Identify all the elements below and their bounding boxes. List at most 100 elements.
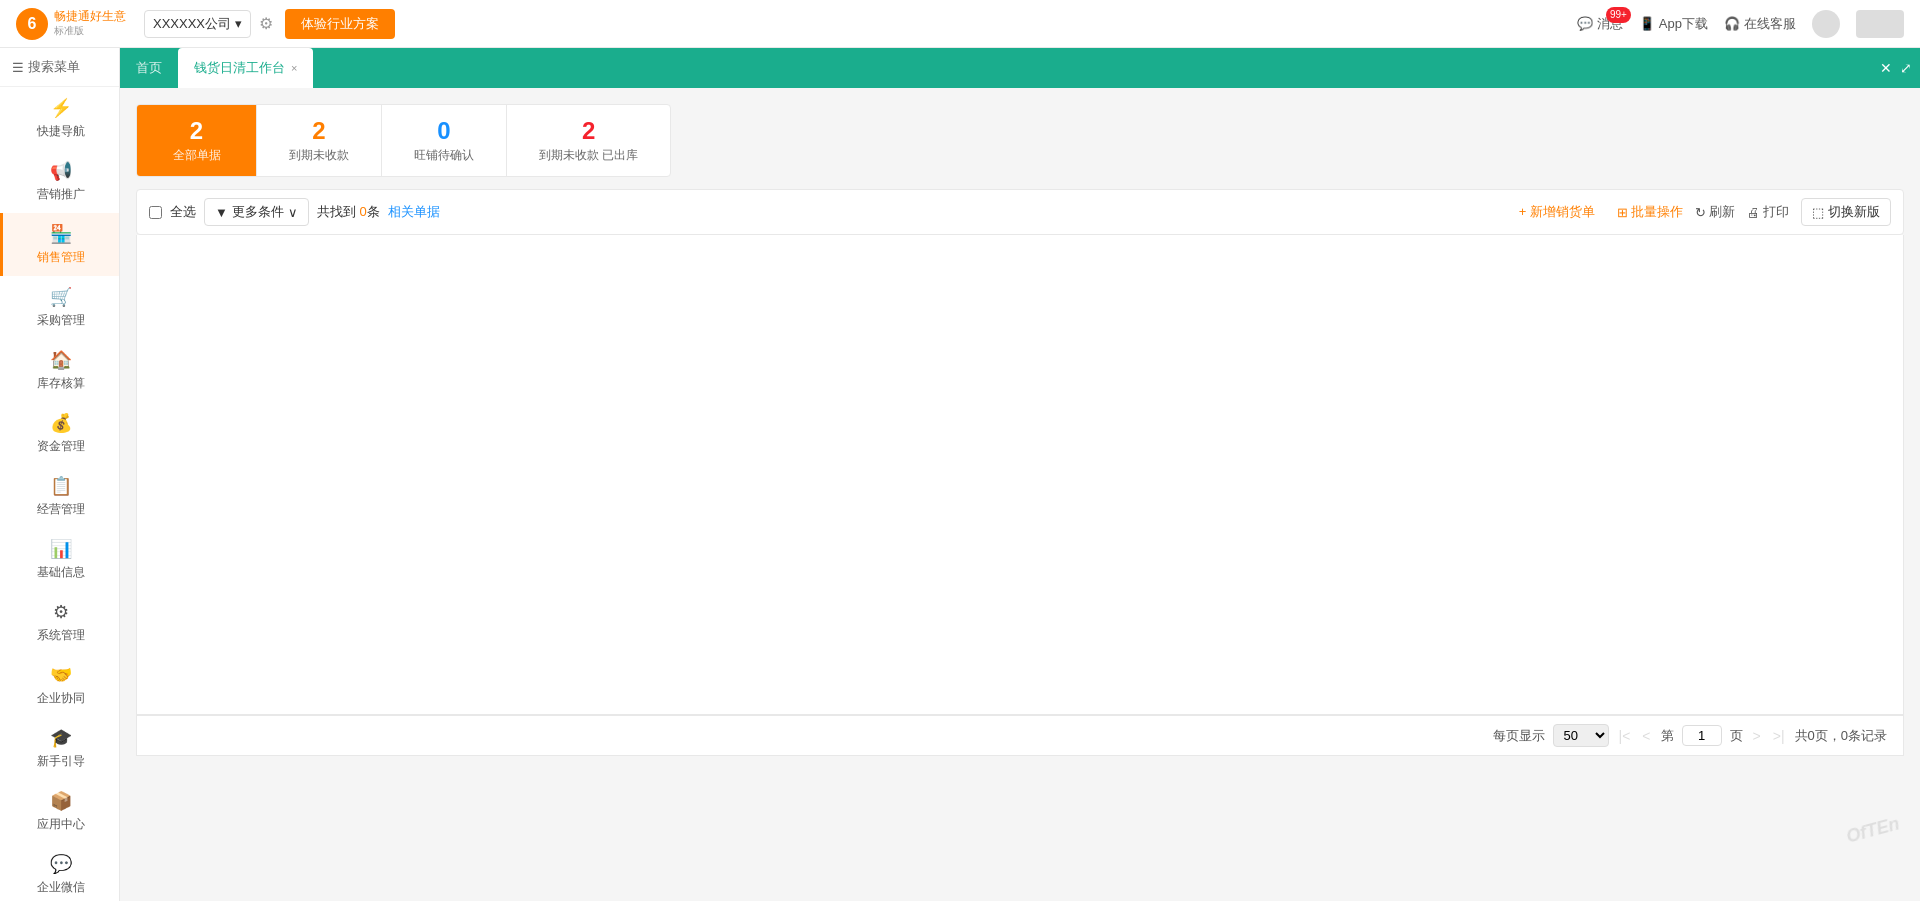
sidebar-item-label: 营销推广 bbox=[37, 186, 85, 203]
stat-shipped[interactable]: 2 到期未收款 已出库 bbox=[507, 105, 670, 176]
company-selector[interactable]: XXXXXX公司 ▾ bbox=[144, 10, 251, 38]
tab-close-icon[interactable]: × bbox=[291, 62, 297, 74]
sidebar-item-label: 企业微信 bbox=[37, 879, 85, 896]
sidebar-item-label: 应用中心 bbox=[37, 816, 85, 833]
sidebar-item-inventory[interactable]: 🏠 库存核算 bbox=[0, 339, 119, 402]
experience-btn[interactable]: 体验行业方案 bbox=[285, 9, 395, 39]
tab-expand-btn[interactable]: ⤢ bbox=[1900, 60, 1912, 76]
sidebar-item-label: 经营管理 bbox=[37, 501, 85, 518]
sidebar-search[interactable]: ☰ 搜索菜单 bbox=[0, 48, 119, 87]
table-area bbox=[136, 235, 1904, 715]
new-sale-btn[interactable]: + 新增销货单 bbox=[1509, 199, 1605, 225]
stat-all-number: 2 bbox=[190, 117, 203, 145]
sidebar-item-basic[interactable]: 📊 基础信息 bbox=[0, 528, 119, 591]
refresh-icon: ↻ bbox=[1695, 205, 1706, 220]
print-btn[interactable]: 🖨 打印 bbox=[1747, 203, 1789, 221]
gear-icon[interactable]: ⚙ bbox=[259, 14, 273, 33]
main-content: 2 全部单据 2 到期未收款 0 旺铺待确认 2 到期未收款 已出库 全选 ▼ … bbox=[120, 88, 1920, 901]
purchase-icon: 🛒 bbox=[50, 286, 72, 308]
sidebar-item-newbie[interactable]: 🎓 新手引导 bbox=[0, 717, 119, 780]
marketing-icon: 📢 bbox=[50, 160, 72, 182]
message-icon: 💬 bbox=[1577, 16, 1593, 31]
refresh-btn[interactable]: ↻ 刷新 bbox=[1695, 203, 1735, 221]
topbar: 6 畅捷通好生意 标准版 XXXXXX公司 ▾ ⚙ 体验行业方案 💬 消息 99… bbox=[0, 0, 1920, 48]
print-label: 打印 bbox=[1763, 203, 1789, 221]
sidebar-item-sales[interactable]: 🏪 销售管理 bbox=[0, 213, 119, 276]
switch-btn[interactable]: ⬚ 切换新版 bbox=[1801, 198, 1891, 226]
inventory-icon: 🏠 bbox=[50, 349, 72, 371]
sales-icon: 🏪 bbox=[50, 223, 72, 245]
batch-label: 批量操作 bbox=[1631, 203, 1683, 221]
sidebar-item-label: 快捷导航 bbox=[37, 123, 85, 140]
tab-qianghuo[interactable]: 钱货日清工作台 × bbox=[178, 48, 313, 88]
sidebar-item-label: 企业协同 bbox=[37, 690, 85, 707]
sidebar-item-system[interactable]: ⚙ 系统管理 bbox=[0, 591, 119, 654]
refresh-label: 刷新 bbox=[1709, 203, 1735, 221]
company-name: XXXXXX公司 bbox=[153, 15, 231, 33]
sidebar-item-wechat[interactable]: 💬 企业微信 bbox=[0, 843, 119, 901]
stat-overdue-number: 2 bbox=[312, 117, 325, 145]
stat-wangpu[interactable]: 0 旺铺待确认 bbox=[382, 105, 507, 176]
page-label: 第 bbox=[1661, 727, 1674, 745]
newbie-icon: 🎓 bbox=[50, 727, 72, 749]
tab-close-btn[interactable]: ✕ bbox=[1880, 60, 1892, 76]
message-btn[interactable]: 💬 消息 99+ bbox=[1577, 15, 1623, 33]
tab-nav: 首页 钱货日清工作台 × ✕ ⤢ bbox=[120, 48, 1920, 88]
stat-shipped-label: 到期未收款 已出库 bbox=[539, 147, 638, 164]
sidebar-item-capital[interactable]: 💰 资金管理 bbox=[0, 402, 119, 465]
sidebar-item-appcenter[interactable]: 📦 应用中心 bbox=[0, 780, 119, 843]
sidebar-item-label: 库存核算 bbox=[37, 375, 85, 392]
sidebar-item-label: 新手引导 bbox=[37, 753, 85, 770]
sidebar-item-label: 销售管理 bbox=[37, 249, 85, 266]
batch-btn[interactable]: ⊞ 批量操作 bbox=[1617, 203, 1683, 221]
capital-icon: 💰 bbox=[50, 412, 72, 434]
related-link[interactable]: 相关单据 bbox=[388, 203, 440, 221]
sidebar-item-marketing[interactable]: 📢 营销推广 bbox=[0, 150, 119, 213]
sidebar-item-operations[interactable]: 📋 经营管理 bbox=[0, 465, 119, 528]
app-logo: 6 畅捷通好生意 标准版 bbox=[16, 8, 136, 40]
sidebar-item-purchase[interactable]: 🛒 采购管理 bbox=[0, 276, 119, 339]
page-first-btn[interactable]: |< bbox=[1617, 728, 1633, 744]
toolbar-left: 全选 ▼ 更多条件 ∨ 共找到 0条 相关单据 bbox=[149, 198, 1501, 226]
batch-icon: ⊞ bbox=[1617, 205, 1628, 220]
app-download-label: App下载 bbox=[1659, 15, 1708, 33]
stat-all[interactable]: 2 全部单据 bbox=[137, 105, 257, 176]
select-all-checkbox[interactable] bbox=[149, 206, 162, 219]
print-icon: 🖨 bbox=[1747, 205, 1760, 220]
app-download-btn[interactable]: 📱 App下载 bbox=[1639, 15, 1708, 33]
sidebar-item-enterprise[interactable]: 🤝 企业协同 bbox=[0, 654, 119, 717]
page-input[interactable] bbox=[1682, 725, 1722, 746]
per-page-select[interactable]: 50 20 100 bbox=[1553, 724, 1609, 747]
sidebar-item-label: 基础信息 bbox=[37, 564, 85, 581]
page-next-btn[interactable]: > bbox=[1751, 728, 1763, 744]
search-icon: ☰ bbox=[12, 60, 24, 75]
system-icon: ⚙ bbox=[53, 601, 69, 623]
page-prev-btn[interactable]: < bbox=[1640, 728, 1652, 744]
quick-nav-icon: ⚡ bbox=[50, 97, 72, 119]
tab-home[interactable]: 首页 bbox=[120, 48, 178, 88]
sidebar: ☰ 搜索菜单 ⚡ 快捷导航 📢 营销推广 🏪 销售管理 🛒 采购管理 🏠 库存核… bbox=[0, 48, 120, 901]
select-all-label: 全选 bbox=[170, 203, 196, 221]
stats-row: 2 全部单据 2 到期未收款 0 旺铺待确认 2 到期未收款 已出库 bbox=[136, 104, 671, 177]
avatar[interactable] bbox=[1812, 10, 1840, 38]
page-suffix: 页 bbox=[1730, 727, 1743, 745]
online-service-btn[interactable]: 🎧 在线客服 bbox=[1724, 15, 1796, 33]
filter-btn[interactable]: ▼ 更多条件 ∨ bbox=[204, 198, 309, 226]
tab-home-label: 首页 bbox=[136, 59, 162, 77]
headset-icon: 🎧 bbox=[1724, 16, 1740, 31]
stat-overdue[interactable]: 2 到期未收款 bbox=[257, 105, 382, 176]
logo-icon: 6 bbox=[16, 8, 48, 40]
stat-shipped-number: 2 bbox=[582, 117, 595, 145]
wechat-icon: 💬 bbox=[50, 853, 72, 875]
sidebar-item-label: 资金管理 bbox=[37, 438, 85, 455]
switch-icon: ⬚ bbox=[1812, 205, 1824, 220]
stat-overdue-label: 到期未收款 bbox=[289, 147, 349, 164]
sidebar-item-quick-nav[interactable]: ⚡ 快捷导航 bbox=[0, 87, 119, 150]
page-last-btn[interactable]: >| bbox=[1771, 728, 1787, 744]
appcenter-icon: 📦 bbox=[50, 790, 72, 812]
message-badge: 99+ bbox=[1606, 7, 1631, 23]
per-page-label: 每页显示 bbox=[1493, 727, 1545, 745]
topbar-right: 💬 消息 99+ 📱 App下载 🎧 在线客服 bbox=[1577, 10, 1904, 38]
filter-icon: ▼ bbox=[215, 205, 228, 220]
app-name: 畅捷通好生意 bbox=[54, 9, 126, 23]
